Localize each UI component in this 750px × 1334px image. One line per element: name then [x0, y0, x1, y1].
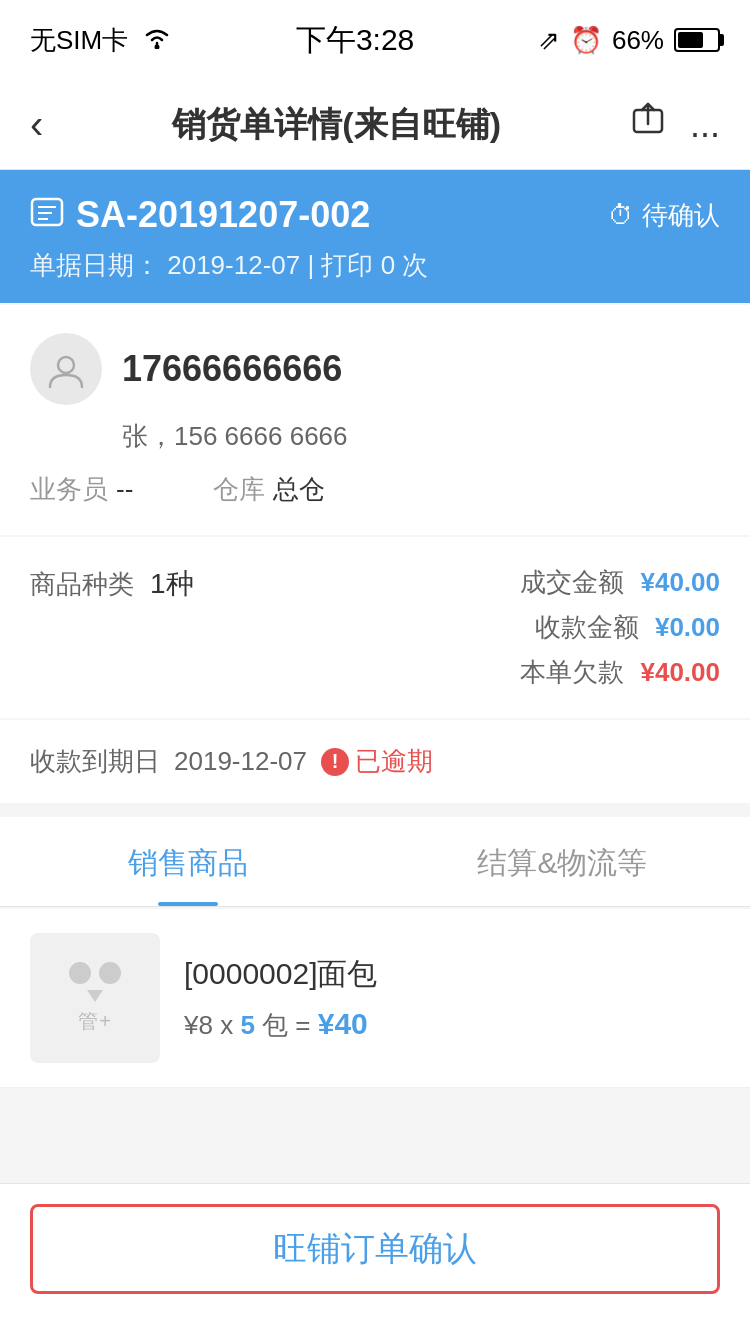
order-id-row: SA-20191207-002 ⏱ 待确认	[30, 194, 720, 236]
product-name: [0000002]面包	[184, 954, 720, 995]
received-label: 收款金额	[535, 610, 639, 645]
qty-unit: 包	[262, 1010, 288, 1040]
print-count: 0	[381, 250, 395, 280]
deal-amount-row: 成交金额 ¥40.00	[520, 565, 720, 600]
due-date-card: 收款到期日 2019-12-07 ! 已逾期	[0, 720, 750, 803]
status-time: 下午3:28	[296, 20, 414, 61]
print-label: | 打印	[307, 250, 373, 280]
due-date-label: 收款到期日	[30, 744, 160, 779]
tab-bar: 销售商品 结算&物流等	[0, 817, 750, 907]
product-info: [0000002]面包 ¥8 x 5 包 = ¥40	[184, 954, 720, 1043]
status-bar: 无SIM卡 下午3:28 ⇗ ⏰ 66%	[0, 0, 750, 80]
product-total: ¥40	[318, 1007, 368, 1040]
date-label: 单据日期：	[30, 250, 160, 280]
warehouse-value: 总仓	[273, 472, 325, 507]
overdue-badge: ! 已逾期	[321, 744, 433, 779]
back-button[interactable]: ‹	[30, 102, 43, 147]
nav-actions: ...	[630, 102, 720, 147]
battery-icon	[674, 28, 720, 52]
warehouse-label: 仓库	[213, 472, 265, 507]
tab-settlement[interactable]: 结算&物流等	[375, 817, 750, 906]
more-icon[interactable]: ...	[690, 104, 720, 146]
owl-beak	[87, 990, 103, 1002]
page-title: 销货单详情(来自旺铺)	[172, 102, 501, 148]
product-price-row: ¥8 x 5 包 = ¥40	[184, 1007, 720, 1043]
owl-text: 管+	[78, 1008, 112, 1035]
nav-bar: ‹ 销货单详情(来自旺铺) ...	[0, 80, 750, 170]
owl-eyes	[69, 962, 121, 984]
svg-point-7	[58, 357, 74, 373]
confirm-bar: 旺铺订单确认	[0, 1183, 750, 1334]
customer-name: 张，156 6666 6666	[30, 419, 720, 454]
thumb-inner: 管+	[69, 962, 121, 1035]
order-id-icon	[30, 194, 64, 236]
tab-products[interactable]: 销售商品	[0, 817, 375, 906]
customer-row: 17666666666	[30, 333, 720, 405]
customer-meta: 业务员 -- 仓库 总仓	[30, 472, 720, 507]
salesperson-item: 业务员 --	[30, 472, 133, 507]
owl-eye-left	[69, 962, 91, 984]
warehouse-item: 仓库 总仓	[213, 472, 325, 507]
confirm-order-button[interactable]: 旺铺订单确认	[30, 1204, 720, 1294]
received-value: ¥0.00	[655, 612, 720, 643]
salesperson-value: --	[116, 474, 133, 505]
wifi-icon	[142, 25, 172, 56]
product-list: 管+ [0000002]面包 ¥8 x 5 包 = ¥40	[0, 909, 750, 1088]
carrier-text: 无SIM卡	[30, 23, 128, 58]
owed-label: 本单欠款	[520, 655, 624, 690]
table-row: 管+ [0000002]面包 ¥8 x 5 包 = ¥40	[0, 909, 750, 1088]
product-thumbnail: 管+	[30, 933, 160, 1063]
status-text: 待确认	[642, 198, 720, 233]
owl-eye-right	[99, 962, 121, 984]
price-equals: =	[295, 1010, 317, 1040]
summary-card: 商品种类 1种 成交金额 ¥40.00 收款金额 ¥0.00 本单欠款 ¥40.…	[0, 537, 750, 718]
overdue-icon: !	[321, 748, 349, 776]
order-status: ⏱ 待确认	[608, 198, 720, 233]
price-multiplier: x	[220, 1010, 240, 1040]
due-date-value: 2019-12-07	[174, 746, 307, 777]
received-row: 收款金额 ¥0.00	[535, 610, 720, 645]
salesperson-label: 业务员	[30, 472, 108, 507]
deal-amount-value: ¥40.00	[640, 567, 720, 598]
print-suffix: 次	[402, 250, 428, 280]
order-id-text: SA-20191207-002	[76, 194, 370, 236]
summary-right: 成交金额 ¥40.00 收款金额 ¥0.00 本单欠款 ¥40.00	[520, 565, 720, 690]
status-clock-icon: ⏱	[608, 200, 634, 231]
alarm-icon: ⏰	[570, 25, 602, 56]
order-date-row: 单据日期： 2019-12-07 | 打印 0 次	[30, 248, 720, 283]
share-icon[interactable]	[630, 102, 666, 147]
battery-percent: 66%	[612, 25, 664, 56]
owed-row: 本单欠款 ¥40.00	[520, 655, 720, 690]
summary-left: 商品种类 1种	[30, 565, 194, 603]
avatar	[30, 333, 102, 405]
owed-value: ¥40.00	[640, 657, 720, 688]
location-icon: ⇗	[538, 25, 560, 56]
order-id: SA-20191207-002	[30, 194, 370, 236]
customer-phone: 17666666666	[122, 348, 342, 390]
status-left: 无SIM卡	[30, 23, 172, 58]
order-date-value: 2019-12-07	[167, 250, 300, 280]
overdue-text: 已逾期	[355, 744, 433, 779]
order-header: SA-20191207-002 ⏱ 待确认 单据日期： 2019-12-07 |…	[0, 170, 750, 303]
product-type-label: 商品种类	[30, 567, 134, 602]
product-price: ¥8	[184, 1010, 213, 1040]
deal-amount-label: 成交金额	[520, 565, 624, 600]
svg-point-0	[155, 44, 160, 49]
status-right: ⇗ ⏰ 66%	[538, 25, 720, 56]
product-qty: 5	[240, 1010, 254, 1040]
product-type-value: 1种	[150, 565, 194, 603]
customer-card: 17666666666 张，156 6666 6666 业务员 -- 仓库 总仓	[0, 305, 750, 535]
